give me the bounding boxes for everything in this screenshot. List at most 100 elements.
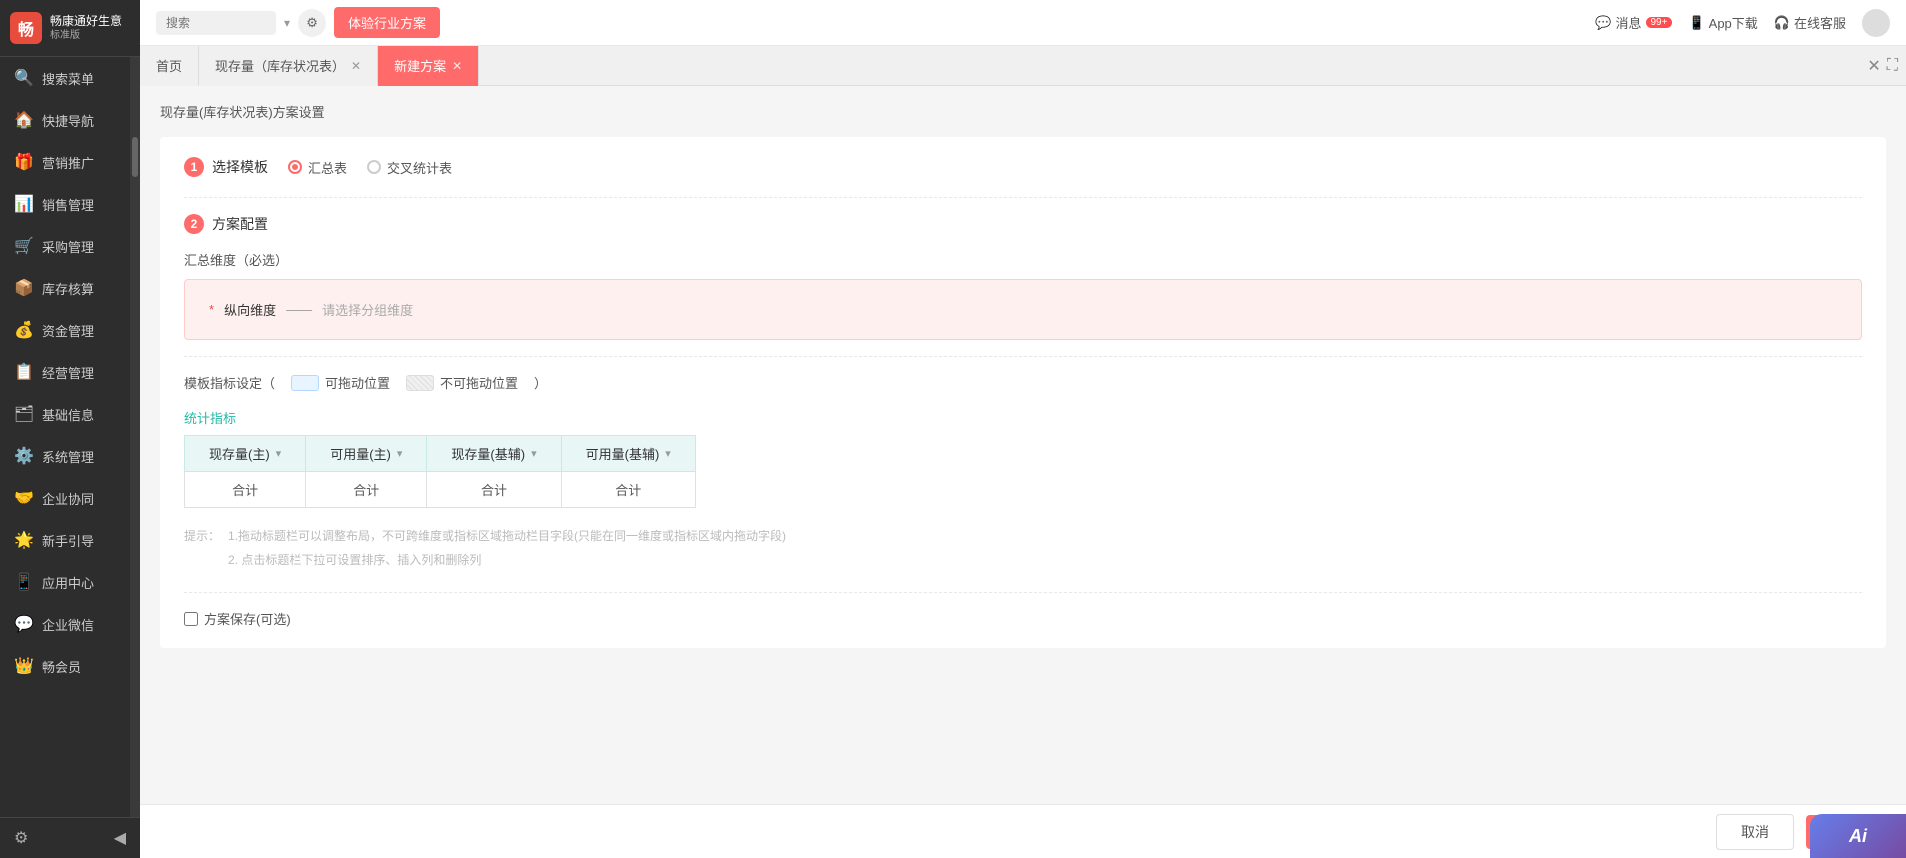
main-area: ▾ ⚙ 体验行业方案 💬 消息 99+ 📱 App下载 🎧 在线客服 bbox=[140, 0, 1906, 858]
app-center-icon: 📱 bbox=[14, 572, 34, 592]
col-2-dropdown-icon[interactable]: ▾ bbox=[531, 447, 537, 460]
sidebar-item-enterprise-wechat[interactable]: 💬 企业微信 bbox=[0, 603, 130, 645]
stats-col-header-2[interactable]: 现存量(基辅) ▾ bbox=[427, 436, 561, 472]
field-dash: —— bbox=[286, 302, 312, 317]
sidebar-item-app-center[interactable]: 📱 应用中心 bbox=[0, 561, 130, 603]
sidebar-item-inventory[interactable]: 📦 库存核算 bbox=[0, 267, 130, 309]
user-avatar[interactable] bbox=[1862, 9, 1890, 37]
stats-col-header-0[interactable]: 现存量(主) ▾ bbox=[185, 436, 306, 472]
indicator-suffix: ） bbox=[534, 373, 547, 392]
topbar-search-input[interactable] bbox=[156, 11, 276, 35]
cancel-button[interactable]: 取消 bbox=[1716, 814, 1794, 850]
section1-num: 1 bbox=[184, 157, 204, 177]
tab-new-scheme[interactable]: 新建方案 ✕ bbox=[378, 46, 479, 86]
sidebar-item-enterprise[interactable]: 🤝 企业协同 bbox=[0, 477, 130, 519]
topbar-dropdown-arrow-icon[interactable]: ▾ bbox=[284, 16, 290, 30]
col-1-dropdown-icon[interactable]: ▾ bbox=[397, 447, 403, 460]
stats-section: 统计指标 现存量(主) ▾ bbox=[184, 408, 1862, 508]
content-area: 现存量(库存状况表)方案设置 1 选择模板 汇总表 交叉统计表 bbox=[140, 86, 1906, 804]
message-icon: 💬 bbox=[1595, 15, 1611, 31]
online-service-button[interactable]: 🎧 在线客服 bbox=[1774, 13, 1846, 32]
tab-expand-icon[interactable]: ⛶ bbox=[1887, 57, 1898, 75]
section-divider-2 bbox=[184, 356, 1862, 357]
sidebar-scrollbar-thumb bbox=[132, 137, 138, 177]
logo-text: 畅康通好生意 标准版 bbox=[50, 14, 122, 43]
sidebar-item-system[interactable]: ⚙️ 系统管理 bbox=[0, 435, 130, 477]
app-download-button[interactable]: 📱 App下载 bbox=[1688, 13, 1757, 32]
sidebar-item-quick-nav[interactable]: 🏠 快捷导航 bbox=[0, 99, 130, 141]
sidebar-nav: 🔍 搜索菜单 🏠 快捷导航 🎁 营销推广 📊 销售管理 🛒 采购管理 📦 bbox=[0, 57, 130, 817]
sidebar-item-finance[interactable]: 💰 资金管理 bbox=[0, 309, 130, 351]
online-service-icon: 🎧 bbox=[1774, 15, 1790, 31]
enterprise-wechat-icon: 💬 bbox=[14, 614, 34, 634]
page-title: 现存量(库存状况表)方案设置 bbox=[160, 102, 1886, 121]
sidebar-footer: ⚙ ◀ bbox=[0, 817, 140, 858]
indicator-row: 模板指标设定（ 可拖动位置 不可拖动位置 ） bbox=[184, 373, 1862, 392]
save-scheme-checkbox[interactable] bbox=[184, 612, 198, 626]
search-menu-icon: 🔍 bbox=[14, 68, 34, 88]
tab-new-scheme-close-icon[interactable]: ✕ bbox=[452, 59, 462, 73]
sales-icon: 📊 bbox=[14, 194, 34, 214]
operation-icon: 📋 bbox=[14, 362, 34, 382]
section1-title: 选择模板 bbox=[212, 157, 268, 177]
footer-settings-icon[interactable]: ⚙ bbox=[14, 828, 28, 848]
radio-cross[interactable]: 交叉统计表 bbox=[367, 158, 452, 177]
field-label-vertical: 纵向维度 bbox=[224, 300, 276, 319]
section-scheme-config: 2 方案配置 汇总维度（必选） * 纵向维度 —— 请选择分组维度 bbox=[184, 214, 1862, 572]
stats-cell-0: 合计 bbox=[185, 472, 306, 508]
sidebar: 畅 畅康通好生意 标准版 🔍 搜索菜单 🏠 快捷导航 🎁 营销推广 📊 销售管理 bbox=[0, 0, 140, 858]
sidebar-item-marketing[interactable]: 🎁 营销推广 bbox=[0, 141, 130, 183]
tab-home[interactable]: 首页 bbox=[140, 46, 199, 86]
indicator-fixed: 不可拖动位置 bbox=[406, 373, 518, 392]
stats-table-data-row: 合计 合计 合计 合计 bbox=[185, 472, 696, 508]
ai-bubble[interactable]: Ai bbox=[1810, 814, 1906, 858]
stats-col-header-1[interactable]: 可用量(主) ▾ bbox=[306, 436, 427, 472]
stats-cell-3: 合计 bbox=[561, 472, 695, 508]
topbar-gear-button[interactable]: ⚙ bbox=[298, 9, 326, 37]
save-scheme-row: 方案保存(可选) bbox=[184, 609, 1862, 628]
save-scheme-label: 方案保存(可选) bbox=[204, 609, 291, 628]
stats-col-header-3[interactable]: 可用量(基辅) ▾ bbox=[561, 436, 695, 472]
finance-icon: 💰 bbox=[14, 320, 34, 340]
section-divider-3 bbox=[184, 592, 1862, 593]
purchase-icon: 🛒 bbox=[14, 236, 34, 256]
indicator-prefix: 模板指标设定（ bbox=[184, 373, 275, 392]
ai-bubble-label: Ai bbox=[1849, 826, 1867, 847]
message-button[interactable]: 💬 消息 99+ bbox=[1595, 13, 1672, 32]
topbar-right: 💬 消息 99+ 📱 App下载 🎧 在线客服 bbox=[1595, 9, 1890, 37]
message-badge: 99+ bbox=[1646, 17, 1673, 28]
sidebar-item-purchase[interactable]: 🛒 采购管理 bbox=[0, 225, 130, 267]
sidebar-item-operation[interactable]: 📋 经营管理 bbox=[0, 351, 130, 393]
sidebar-item-sales[interactable]: 📊 销售管理 bbox=[0, 183, 130, 225]
footer-collapse-icon[interactable]: ◀ bbox=[114, 828, 126, 848]
tabs-actions: ✕ ⛶ bbox=[1859, 56, 1906, 76]
fixed-indicator-box bbox=[406, 375, 434, 391]
col-0-dropdown-icon[interactable]: ▾ bbox=[276, 447, 282, 460]
stats-table: 现存量(主) ▾ 可用量(主) ▾ bbox=[184, 435, 696, 508]
field-placeholder: 请选择分组维度 bbox=[322, 300, 413, 319]
tabs-bar: 首页 现存量（库存状况表） ✕ 新建方案 ✕ ✕ ⛶ bbox=[140, 46, 1906, 86]
warning-field: * 纵向维度 —— 请选择分组维度 bbox=[209, 300, 1837, 319]
tab-inventory-close-icon[interactable]: ✕ bbox=[351, 59, 361, 73]
tab-inventory-status[interactable]: 现存量（库存状况表） ✕ bbox=[199, 46, 378, 86]
fixed-label: 不可拖动位置 bbox=[440, 373, 518, 392]
sidebar-item-newbie[interactable]: 🌟 新手引导 bbox=[0, 519, 130, 561]
radio-summary[interactable]: 汇总表 bbox=[288, 158, 347, 177]
sidebar-item-member[interactable]: 👑 畅会员 bbox=[0, 645, 130, 687]
sidebar-scrollbar[interactable] bbox=[130, 57, 140, 817]
trial-industry-button[interactable]: 体验行业方案 bbox=[334, 7, 440, 38]
member-icon: 👑 bbox=[14, 656, 34, 676]
section2-header: 2 方案配置 bbox=[184, 214, 1862, 234]
section-divider-1 bbox=[184, 197, 1862, 198]
inventory-icon: 📦 bbox=[14, 278, 34, 298]
logo-icon: 畅 bbox=[10, 12, 42, 44]
col-3-dropdown-icon[interactable]: ▾ bbox=[665, 447, 671, 460]
summary-dim-label: 汇总维度（必选） bbox=[184, 250, 1862, 269]
section1-header: 1 选择模板 汇总表 交叉统计表 bbox=[184, 157, 1862, 177]
sidebar-item-search-menu[interactable]: 🔍 搜索菜单 bbox=[0, 57, 130, 99]
topbar: ▾ ⚙ 体验行业方案 💬 消息 99+ 📱 App下载 🎧 在线客服 bbox=[140, 0, 1906, 46]
gear-icon: ⚙ bbox=[306, 15, 318, 31]
tab-close-all-icon[interactable]: ✕ bbox=[1867, 56, 1880, 76]
radio-summary-circle bbox=[288, 160, 302, 174]
sidebar-item-basic-info[interactable]: 🗂 基础信息 bbox=[0, 393, 130, 435]
